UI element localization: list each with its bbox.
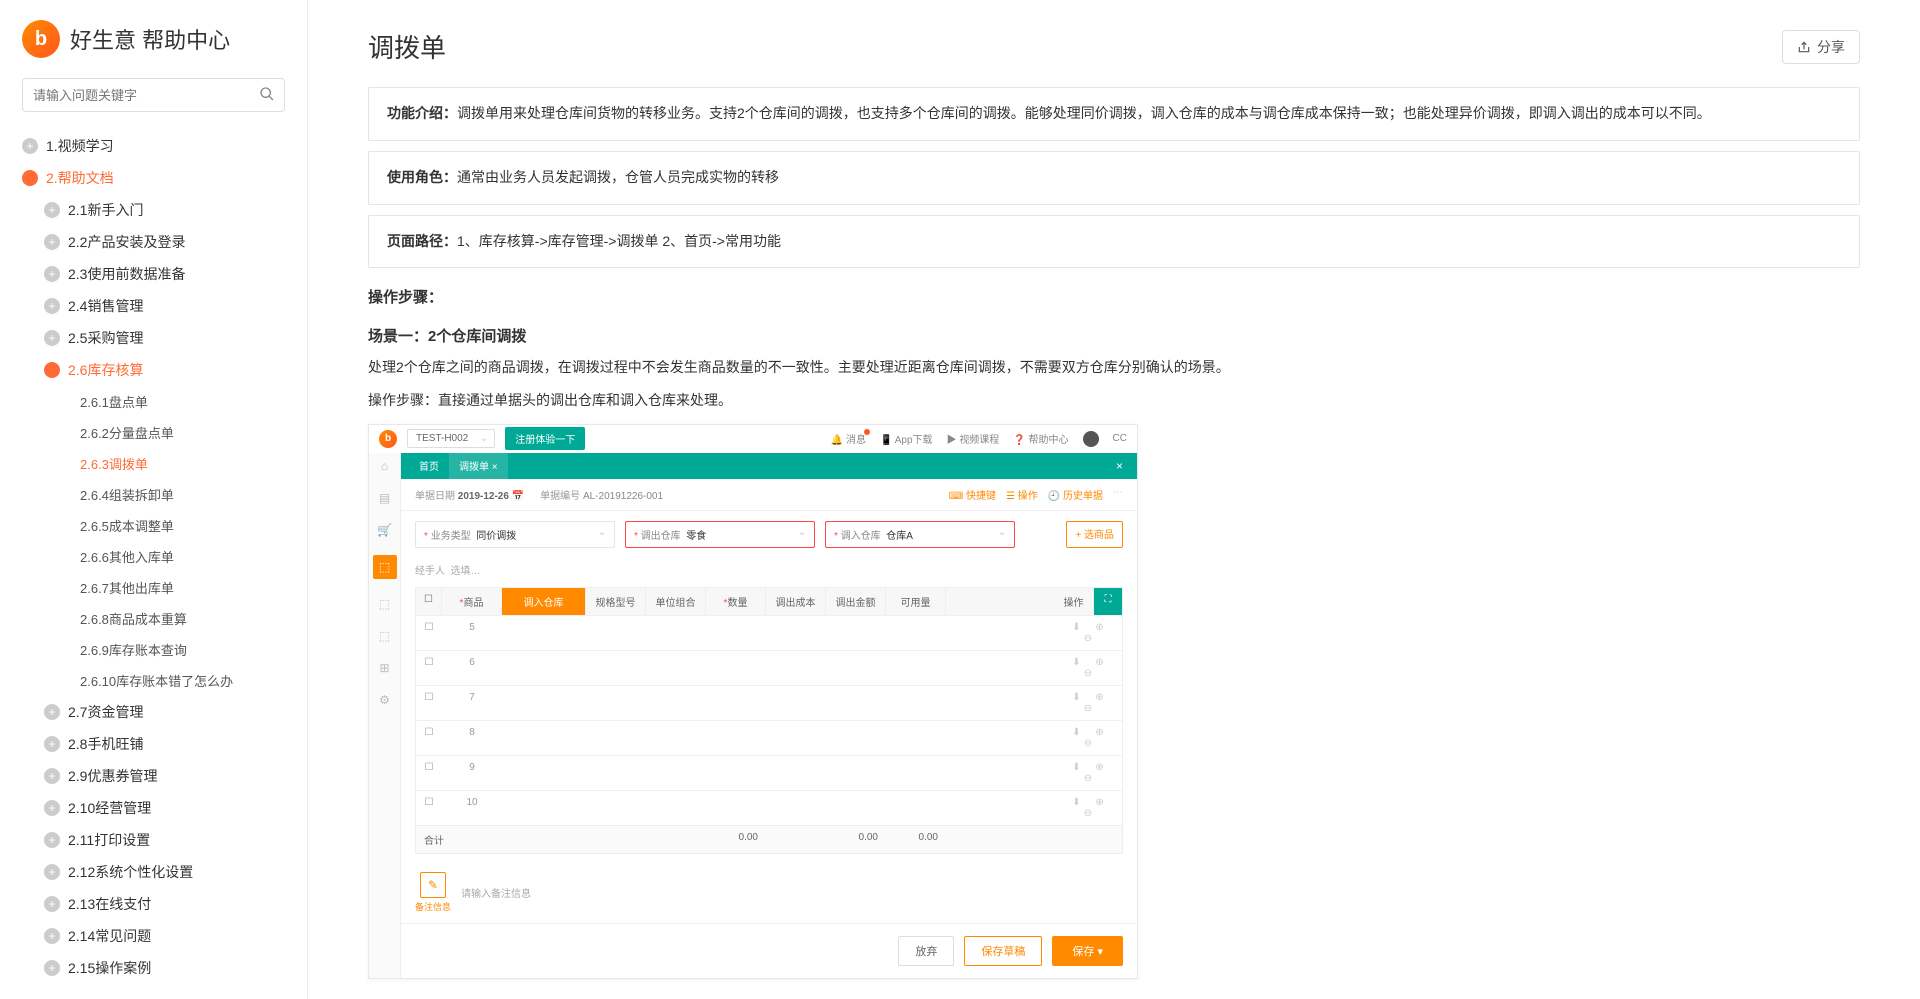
nav-2-6-9[interactable]: 2.6.9库存账本查询 — [0, 634, 307, 665]
nav-2-6-10[interactable]: 2.6.10库存账本错了怎么办 — [0, 665, 307, 696]
tab-close-all[interactable]: × — [1110, 459, 1129, 473]
nav-2-4[interactable]: 2.4销售管理 — [0, 290, 307, 322]
screenshot-1: b TEST-H002 注册体验一下 🔔 消息 📱 App下载 ▶ 视频课程 ❓… — [368, 424, 1138, 979]
home-icon[interactable]: ⌂ — [378, 459, 392, 473]
doc-icon[interactable]: ▤ — [378, 491, 392, 505]
nav-2-6-5[interactable]: 2.6.5成本调整单 — [0, 510, 307, 541]
box-icon[interactable]: ⬚ — [373, 555, 397, 579]
nav-help-docs[interactable]: 2.帮助文档 — [0, 162, 307, 194]
nav-2-6-1[interactable]: 2.6.1盘点单 — [0, 386, 307, 417]
nav-2-2[interactable]: 2.2产品安装及登录 — [0, 226, 307, 258]
sidebar: b 好生意 帮助中心 1.视频学习 2.帮助文档 2.1新手入门 2.2产品安装… — [0, 0, 308, 999]
tab-transfer[interactable]: 调拨单 × — [449, 453, 508, 479]
nav-tree: 1.视频学习 2.帮助文档 2.1新手入门 2.2产品安装及登录 2.3使用前数… — [0, 130, 307, 984]
biz-type-select[interactable]: * 业务类型 同价调拨⌄ — [415, 521, 615, 548]
username[interactable]: CC — [1113, 433, 1127, 444]
share-button[interactable]: 分享 — [1782, 30, 1860, 64]
register-button[interactable]: 注册体验一下 — [505, 427, 585, 450]
remark-icon[interactable]: ✎ — [420, 872, 446, 898]
nav-2-5[interactable]: 2.5采购管理 — [0, 322, 307, 354]
remark-placeholder[interactable]: 请输入备注信息 — [461, 885, 531, 900]
role-box: 使用角色：通常由业务人员发起调拨，仓管人员完成实物的转移 — [368, 151, 1860, 205]
table-row[interactable]: ☐6⬇ ⊕ ⊖ — [416, 650, 1122, 685]
in-warehouse-select[interactable]: * 调入仓库 仓库A⌄ — [825, 521, 1015, 548]
goods-table: ☐ *商品 调入仓库 规格型号 单位组合 *数量 调出成本 调出金额 可用量 操… — [415, 587, 1123, 854]
chart-icon[interactable]: ⬚ — [378, 629, 392, 643]
out-warehouse-select[interactable]: * 调出仓库 零食⌄ — [625, 521, 815, 548]
shot-logo-icon: b — [379, 430, 397, 448]
video-link[interactable]: ▶ 视频课程 — [947, 431, 1000, 446]
main-content: 调拨单 分享 功能介绍：调拨单用来处理仓库间货物的转移业务。支持2个仓库间的调拨… — [308, 0, 1920, 999]
brand-title: 好生意 帮助中心 — [70, 23, 230, 55]
expand-icon[interactable]: ⛶ — [1094, 588, 1122, 615]
table-row[interactable]: ☐5⬇ ⊕ ⊖ — [416, 615, 1122, 650]
nav-2-8[interactable]: 2.8手机旺铺 — [0, 728, 307, 760]
shortcut-link[interactable]: ⌨ 快捷键 — [949, 487, 996, 502]
nav-2-9[interactable]: 2.9优惠券管理 — [0, 760, 307, 792]
wallet-icon[interactable]: ⬚ — [378, 597, 392, 611]
grid-icon[interactable]: ⊞ — [378, 661, 392, 675]
nav-2-15[interactable]: 2.15操作案例 — [0, 952, 307, 984]
nav-2-3[interactable]: 2.3使用前数据准备 — [0, 258, 307, 290]
tenant-select[interactable]: TEST-H002 — [407, 429, 495, 448]
select-goods-button[interactable]: + 选商品 — [1066, 521, 1123, 548]
avatar[interactable] — [1083, 431, 1099, 447]
nav-2-7[interactable]: 2.7资金管理 — [0, 696, 307, 728]
search-icon[interactable] — [259, 86, 275, 107]
gear-icon[interactable]: ⚙ — [378, 693, 392, 707]
nav-2-6-2[interactable]: 2.6.2分量盘点单 — [0, 417, 307, 448]
checkbox-header[interactable]: ☐ — [416, 588, 442, 615]
brand-logo: b — [22, 20, 60, 58]
nav-2-6-3[interactable]: 2.6.3调拨单 — [0, 448, 307, 479]
nav-2-6-6[interactable]: 2.6.6其他入库单 — [0, 541, 307, 572]
nav-2-13[interactable]: 2.13在线支付 — [0, 888, 307, 920]
table-row[interactable]: ☐9⬇ ⊕ ⊖ — [416, 755, 1122, 790]
nav-2-6-7[interactable]: 2.6.7其他出库单 — [0, 572, 307, 603]
nav-2-10[interactable]: 2.10经营管理 — [0, 792, 307, 824]
brand-row: b 好生意 帮助中心 — [0, 20, 307, 78]
save-button[interactable]: 保存 ▾ — [1052, 936, 1123, 966]
discard-button[interactable]: 放弃 — [898, 936, 954, 966]
intro-box: 功能介绍：调拨单用来处理仓库间货物的转移业务。支持2个仓库间的调拨，也支持多个仓… — [368, 87, 1860, 141]
tab-home[interactable]: 首页 — [409, 453, 449, 479]
nav-2-11[interactable]: 2.11打印设置 — [0, 824, 307, 856]
search-box — [22, 78, 285, 112]
nav-2-12[interactable]: 2.12系统个性化设置 — [0, 856, 307, 888]
save-draft-button[interactable]: 保存草稿 — [964, 936, 1042, 966]
cart-icon[interactable]: 🛒 — [378, 523, 392, 537]
shot-sidebar: ⌂ ▤ 🛒 ⬚ ⬚ ⬚ ⊞ ⚙ — [369, 453, 401, 978]
scenario-1-steps: 操作步骤：直接通过单据头的调出仓库和调入仓库来处理。 — [368, 387, 1860, 414]
nav-2-6-8[interactable]: 2.6.8商品成本重算 — [0, 603, 307, 634]
tabs-bar: 首页 调拨单 × × — [401, 453, 1137, 479]
help-link[interactable]: ❓ 帮助中心 — [1013, 431, 1068, 446]
path-box: 页面路径：1、库存核算->库存管理->调拨单 2、首页->常用功能 — [368, 215, 1860, 269]
table-row[interactable]: ☐7⬇ ⊕ ⊖ — [416, 685, 1122, 720]
operate-link[interactable]: ☰ 操作 — [1006, 487, 1038, 502]
nav-video-learning[interactable]: 1.视频学习 — [0, 130, 307, 162]
app-download-link[interactable]: 📱 App下载 — [880, 431, 932, 446]
search-input[interactable] — [22, 78, 285, 112]
table-row[interactable]: ☐10⬇ ⊕ ⊖ — [416, 790, 1122, 825]
scenario-1-title: 场景一：2个仓库间调拨 — [368, 325, 1860, 346]
page-title: 调拨单 — [368, 28, 446, 65]
nav-2-6-4[interactable]: 2.6.4组装拆卸单 — [0, 479, 307, 510]
nav-2-6[interactable]: 2.6库存核算 — [0, 354, 307, 386]
scenario-1-desc: 处理2个仓库之间的商品调拨，在调拨过程中不会发生商品数量的不一致性。主要处理近距… — [368, 354, 1860, 381]
more-icon[interactable]: ⋯ — [1113, 487, 1123, 502]
steps-heading: 操作步骤： — [368, 286, 1860, 307]
history-link[interactable]: 🕘 历史单据 — [1048, 487, 1103, 502]
share-icon — [1797, 40, 1811, 54]
bell-icon[interactable]: 🔔 消息 — [831, 431, 866, 446]
nav-2-14[interactable]: 2.14常见问题 — [0, 920, 307, 952]
table-row[interactable]: ☐8⬇ ⊕ ⊖ — [416, 720, 1122, 755]
nav-2-1[interactable]: 2.1新手入门 — [0, 194, 307, 226]
